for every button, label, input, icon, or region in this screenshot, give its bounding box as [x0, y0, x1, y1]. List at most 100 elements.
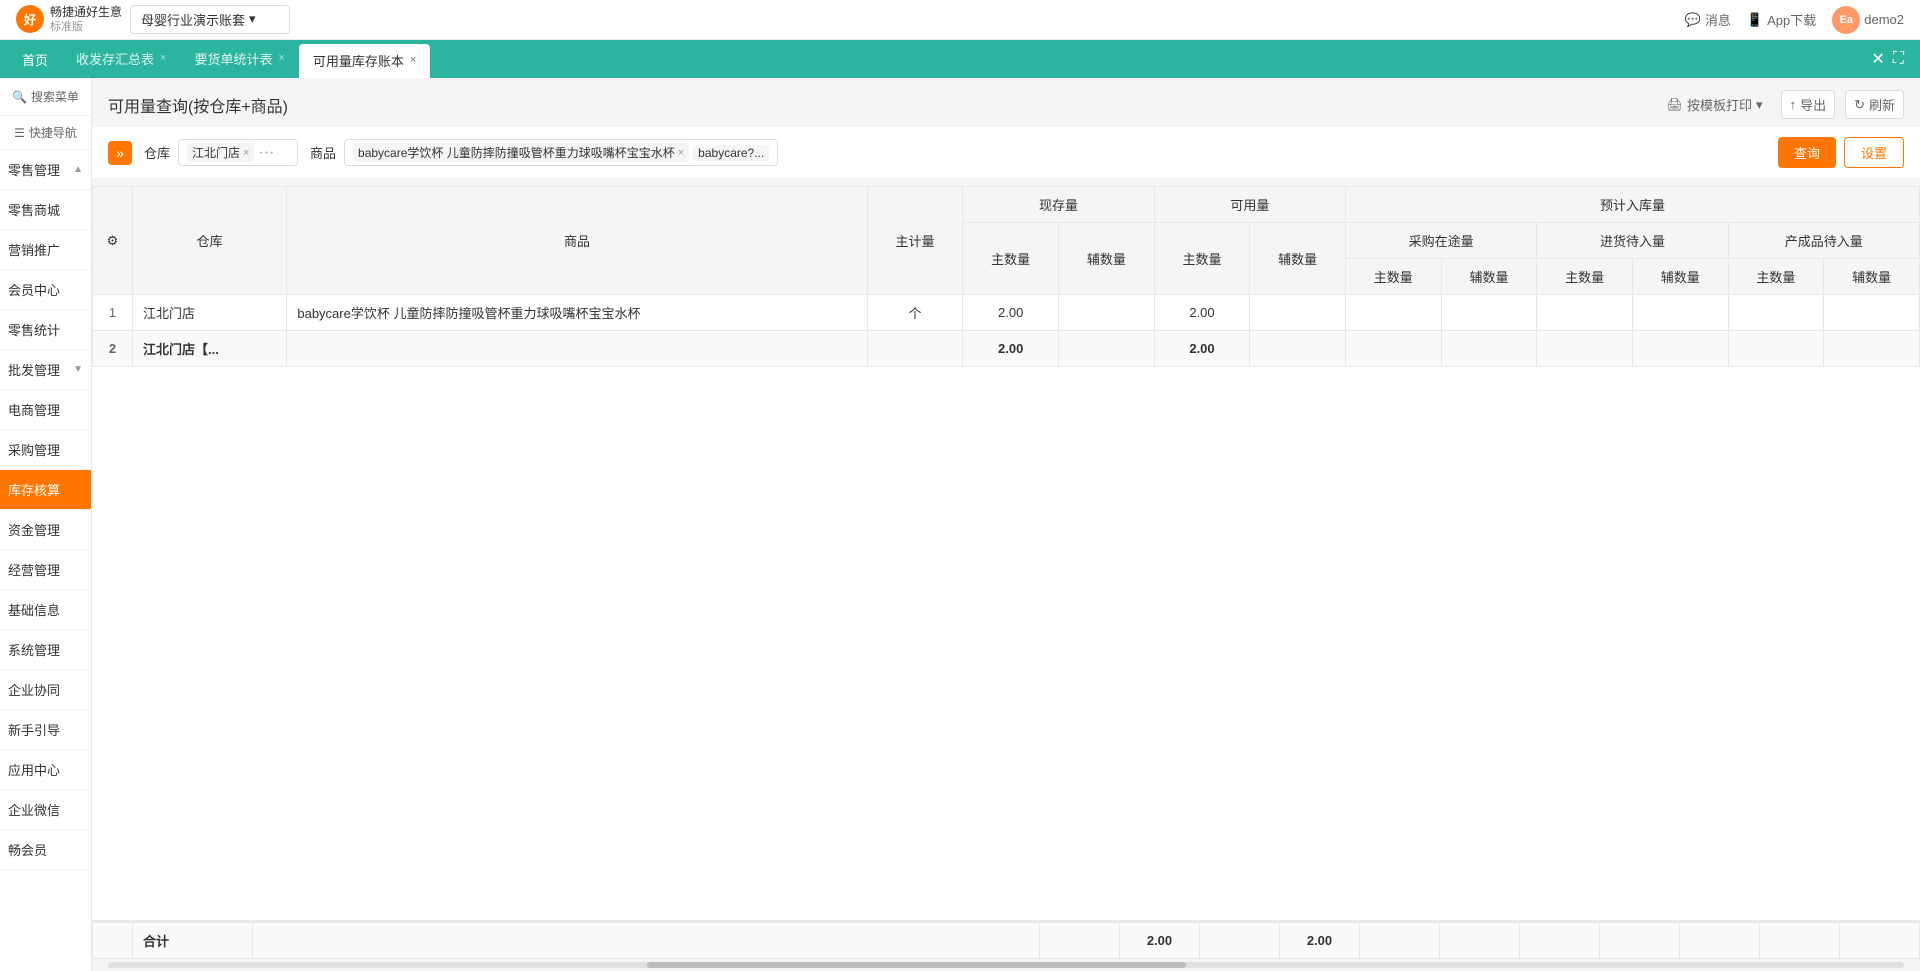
- settings-button[interactable]: 设置: [1844, 137, 1904, 168]
- print-btn[interactable]: 🖨 按模板打印 ▾: [1659, 91, 1771, 118]
- product-tag-2: babycare?...: [693, 145, 769, 161]
- th-pur-main: 主数量: [1345, 259, 1441, 295]
- tab-available-inventory[interactable]: 可用量库存账本 ×: [299, 44, 430, 78]
- sidebar-item-membership[interactable]: 会员中心: [0, 270, 91, 310]
- table-container[interactable]: ⚙ 仓库 商品 主计量 现存量 可用量 预计入库量 主数量 辅数量 主数量 辅数…: [92, 186, 1920, 920]
- footer-stock-aux: [1200, 923, 1280, 959]
- th-inb-main: 主数量: [1537, 259, 1633, 295]
- group-unit: [867, 331, 963, 367]
- sidebar-item-wechat[interactable]: 企业微信: [0, 790, 91, 830]
- sidebar-item-retail-mall[interactable]: 零售商城: [0, 190, 91, 230]
- close-tab-receivable[interactable]: ×: [160, 52, 166, 64]
- inventory-table: ⚙ 仓库 商品 主计量 现存量 可用量 预计入库量 主数量 辅数量 主数量 辅数…: [92, 186, 1920, 367]
- export-btn[interactable]: ↑ 导出: [1781, 90, 1836, 119]
- warehouse-filter-input[interactable]: 江北门店 × ···: [178, 139, 298, 166]
- sidebar-item-finance[interactable]: 资金管理: [0, 510, 91, 550]
- row-no: 1: [93, 295, 133, 331]
- horizontal-scrollbar[interactable]: [92, 959, 1920, 971]
- footer-stock-main: 2.00: [1120, 923, 1200, 959]
- remove-warehouse-tag[interactable]: ×: [243, 147, 249, 159]
- sidebar: 🔍 搜索菜单 ☰ 快捷导航 零售管理 ▲ 零售商城 营销推广 会员中心 零售统计…: [0, 78, 92, 971]
- filter-bar: » 仓库 江北门店 × ··· 商品 babycare学饮杯 儿童防摔防撞吸管杯…: [92, 127, 1920, 178]
- more-icon[interactable]: ···: [258, 144, 274, 162]
- close-tab-order[interactable]: ×: [278, 52, 284, 64]
- user-profile[interactable]: Ea demo2: [1832, 6, 1904, 34]
- chevron-down-icon: ▾: [249, 11, 256, 27]
- scrollbar-thumb[interactable]: [647, 962, 1186, 968]
- message-icon: 💬: [1685, 12, 1701, 28]
- row-inb-main: [1537, 295, 1633, 331]
- logo-icon: 好: [16, 5, 44, 33]
- sidebar-item-inventory[interactable]: 库存核算: [0, 470, 91, 510]
- th-prod-main: 主数量: [1728, 259, 1824, 295]
- filter-expand-btn[interactable]: »: [108, 141, 132, 165]
- close-tab-inventory[interactable]: ×: [410, 54, 416, 66]
- th-stock: 现存量: [963, 187, 1154, 223]
- app-download-btn[interactable]: 📱 App下载: [1747, 10, 1816, 29]
- close-all-tabs-icon[interactable]: ✕: [1871, 49, 1884, 69]
- warehouse-label: 仓库: [144, 143, 170, 162]
- top-bar: 好 畅捷通好生意 标准版 母婴行业演示账套 ▾ 💬 消息 📱 App下载 Ea …: [0, 0, 1920, 40]
- tab-home[interactable]: 首页: [8, 40, 62, 78]
- sidebar-item-member[interactable]: 畅会员: [0, 830, 91, 870]
- sidebar-item-marketing[interactable]: 营销推广: [0, 230, 91, 270]
- footer-inb-main: [1600, 923, 1680, 959]
- product-filter-group: 商品 babycare学饮杯 儿童防摔防撞吸管杯重力球吸嘴杯宝宝水杯 × bab…: [310, 139, 778, 166]
- group-pur-aux: [1441, 331, 1537, 367]
- group-available-main: 2.00: [1154, 331, 1250, 367]
- row-warehouse: 江北门店: [133, 295, 287, 331]
- sidebar-item-basics[interactable]: 基础信息: [0, 590, 91, 630]
- quick-nav-btn[interactable]: ☰ 快捷导航: [0, 116, 91, 150]
- sidebar-item-system[interactable]: 系统管理: [0, 630, 91, 670]
- sidebar-item-purchasing[interactable]: 采购管理: [0, 430, 91, 470]
- th-available-main: 主数量: [1154, 223, 1250, 295]
- footer-inb-aux: [1680, 923, 1760, 959]
- footer-prod-main: [1760, 923, 1840, 959]
- tab-receivable-summary[interactable]: 收发存汇总表 ×: [62, 40, 180, 78]
- row-unit: 个: [867, 295, 963, 331]
- th-purchase-transit: 采购在途量: [1345, 223, 1536, 259]
- group-product: [287, 331, 867, 367]
- message-btn[interactable]: 💬 消息: [1685, 10, 1731, 29]
- row-pur-main: [1345, 295, 1441, 331]
- table-footer: 合计 2.00 2.00: [92, 920, 1920, 959]
- sidebar-item-app-center[interactable]: 应用中心: [0, 750, 91, 790]
- footer-available-aux: [1360, 923, 1440, 959]
- footer-empty1: [93, 923, 133, 959]
- sidebar-item-enterprise[interactable]: 企业协同: [0, 670, 91, 710]
- tab-order-stats[interactable]: 要货单统计表 ×: [180, 40, 298, 78]
- th-forecast-inbound: 预计入库量: [1345, 187, 1919, 223]
- group-no: 2: [93, 331, 133, 367]
- nav-tabs: 首页 收发存汇总表 × 要货单统计表 × 可用量库存账本 × ✕ ⛶: [0, 40, 1920, 78]
- th-main-unit: 主计量: [867, 187, 963, 295]
- group-inb-aux: [1632, 331, 1728, 367]
- product-filter-input[interactable]: babycare学饮杯 儿童防摔防撞吸管杯重力球吸嘴杯宝宝水杯 × babyca…: [344, 139, 778, 166]
- row-prod-aux: [1824, 295, 1920, 331]
- main-layout: 🔍 搜索菜单 ☰ 快捷导航 零售管理 ▲ 零售商城 营销推广 会员中心 零售统计…: [0, 78, 1920, 971]
- sidebar-item-guide[interactable]: 新手引导: [0, 710, 91, 750]
- table-row: 1 江北门店 babycare学饮杯 儿童防摔防撞吸管杯重力球吸嘴杯宝宝水杯 个…: [93, 295, 1920, 331]
- footer-prod-aux: [1840, 923, 1920, 959]
- page-header: 可用量查询(按仓库+商品) 🖨 按模板打印 ▾ ↑ 导出 ↻ 刷新: [92, 78, 1920, 127]
- refresh-btn[interactable]: ↻ 刷新: [1845, 90, 1904, 119]
- sidebar-item-operations[interactable]: 经营管理: [0, 550, 91, 590]
- page-actions: 🖨 按模板打印 ▾ ↑ 导出 ↻ 刷新: [1659, 90, 1905, 119]
- sidebar-item-wholesale[interactable]: 批发管理 ▼: [0, 350, 91, 390]
- query-button[interactable]: 查询: [1778, 137, 1836, 168]
- chevron-down-icon: ▾: [1756, 97, 1763, 113]
- group-warehouse: 江北门店【...: [133, 331, 287, 367]
- row-available-aux: [1250, 295, 1346, 331]
- sidebar-item-retail-stats[interactable]: 零售统计: [0, 310, 91, 350]
- industry-selector[interactable]: 母婴行业演示账套 ▾: [130, 5, 290, 34]
- sidebar-item-ecommerce[interactable]: 电商管理: [0, 390, 91, 430]
- group-pur-main: [1345, 331, 1441, 367]
- remove-product-tag1[interactable]: ×: [678, 147, 684, 159]
- row-pur-aux: [1441, 295, 1537, 331]
- row-stock-aux: [1059, 295, 1155, 331]
- refresh-icon: ↻: [1854, 97, 1865, 113]
- search-menu-btn[interactable]: 🔍 搜索菜单: [8, 88, 83, 105]
- maximize-icon[interactable]: ⛶: [1893, 50, 1904, 68]
- settings-cog-icon[interactable]: ⚙: [107, 233, 119, 248]
- sidebar-search-area: 🔍 搜索菜单: [0, 78, 91, 116]
- sidebar-item-retail-management[interactable]: 零售管理 ▲: [0, 150, 91, 190]
